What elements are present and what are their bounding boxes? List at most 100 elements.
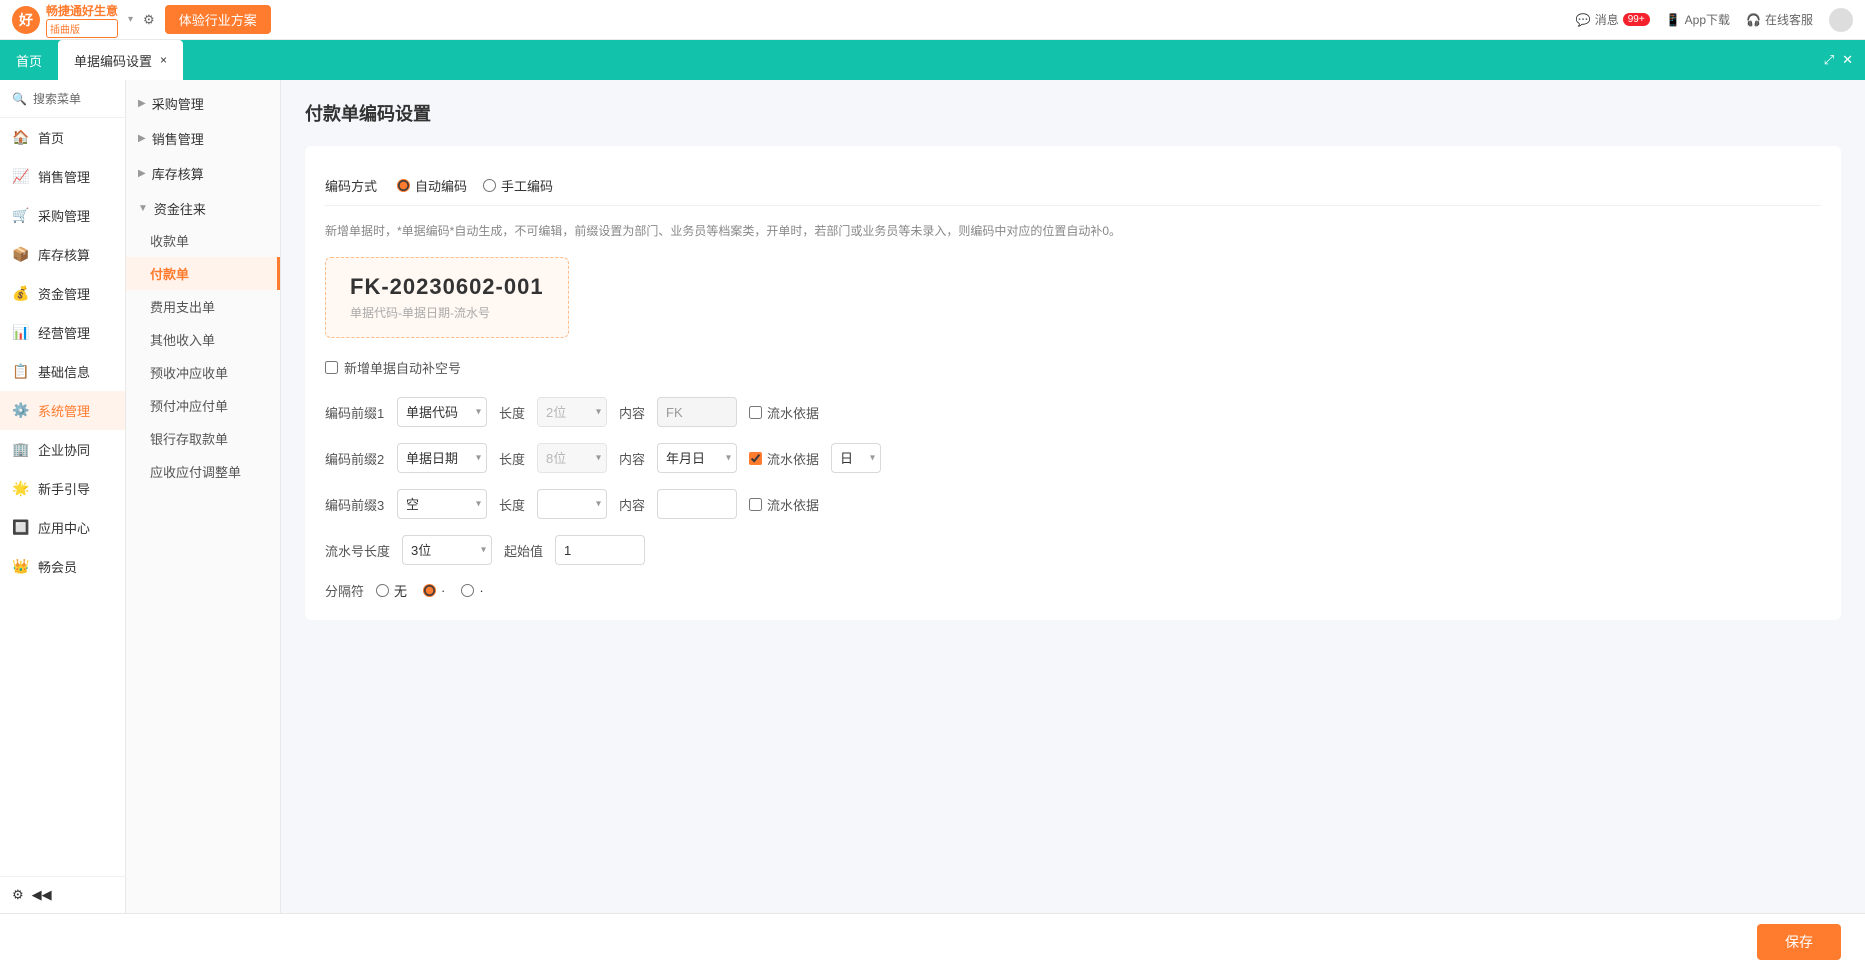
auto-fill-row: 新增单据自动补空号 xyxy=(325,358,1821,377)
prefix-row-2: 编码前缀2 单据日期 长度 8位 内容 年月日 xyxy=(325,443,1821,473)
length2-select-wrapper: 8位 xyxy=(537,443,607,473)
sep-none-option[interactable]: 无 xyxy=(376,581,407,600)
content3-input[interactable] xyxy=(657,489,737,519)
sidebar-group-finance-header[interactable]: ▼ 资金往来 xyxy=(126,193,280,224)
settings-icon[interactable]: ⚙ xyxy=(143,12,155,28)
tab-expand-icon[interactable]: ⤢ xyxy=(1824,52,1834,68)
nav-item-finance[interactable]: 💰 资金管理 xyxy=(0,274,125,313)
arrow-icon: ▶ xyxy=(138,98,146,109)
prefix1-select[interactable]: 单据代码 xyxy=(397,397,487,427)
waterflow2-check[interactable]: 流水依据 xyxy=(749,449,819,468)
nav-item-operations[interactable]: 📊 经营管理 xyxy=(0,313,125,352)
tab-close-button[interactable]: × xyxy=(160,53,167,67)
collapse-nav-icon[interactable]: ◀◀ xyxy=(32,887,52,903)
main-layout: 🔍 搜索菜单 🏠 首页 📈 销售管理 🛒 采购管理 📦 库存核算 💰 资金管理 … xyxy=(0,80,1865,913)
search-menu[interactable]: 🔍 搜索菜单 xyxy=(0,80,125,118)
nav-item-inventory[interactable]: 📦 库存核算 xyxy=(0,235,125,274)
auto-fill-label[interactable]: 新增单据自动补空号 xyxy=(344,358,461,377)
manual-encode-radio[interactable] xyxy=(483,179,496,192)
sidebar-leaf-prepay-receivable[interactable]: 预收冲应收单 xyxy=(126,356,280,389)
sep-dot2-radio[interactable] xyxy=(461,584,474,597)
code-preview-main: FK-20230602-001 xyxy=(350,274,544,300)
manual-encode-option[interactable]: 手工编码 xyxy=(483,176,553,195)
prefix3-select-wrapper: 空 xyxy=(397,489,487,519)
left-nav: 🔍 搜索菜单 🏠 首页 📈 销售管理 🛒 采购管理 📦 库存核算 💰 资金管理 … xyxy=(0,80,126,913)
nav-item-guide[interactable]: 🌟 新手引导 xyxy=(0,469,125,508)
sidebar-group-inventory-header[interactable]: ▶ 库存核算 xyxy=(126,158,280,189)
nav-item-sales[interactable]: 📈 销售管理 xyxy=(0,157,125,196)
length3-select[interactable] xyxy=(537,489,607,519)
length1-select-wrapper: 2位 xyxy=(537,397,607,427)
nav-bottom: ⚙ ◀◀ xyxy=(0,876,125,913)
base-icon: 📋 xyxy=(12,363,30,381)
sep-dot2-option[interactable]: · xyxy=(461,583,483,598)
nav-item-enterprise[interactable]: 🏢 企业协同 xyxy=(0,430,125,469)
sidebar-group-purchase: ▶ 采购管理 xyxy=(126,88,280,119)
sidebar-group-sales-header[interactable]: ▶ 销售管理 xyxy=(126,123,280,154)
prefix2-select[interactable]: 单据日期 xyxy=(397,443,487,473)
tab-encode-settings[interactable]: 单据编码设置 × xyxy=(58,40,183,80)
tab-close-all-icon[interactable]: ✕ xyxy=(1842,52,1853,68)
sep-dot-radio[interactable] xyxy=(423,584,436,597)
length2-label: 长度 xyxy=(499,449,525,468)
message-area[interactable]: 💬 消息 99+ xyxy=(1576,11,1650,28)
sidebar-leaf-prepay-payable[interactable]: 预付冲应付单 xyxy=(126,389,280,422)
dropdown-arrow-icon[interactable]: ▾ xyxy=(128,14,133,25)
trial-button[interactable]: 体验行业方案 xyxy=(165,5,271,34)
sidebar-leaf-other-income[interactable]: 其他收入单 xyxy=(126,323,280,356)
nav-item-purchase[interactable]: 🛒 采购管理 xyxy=(0,196,125,235)
logo-area: 好 畅捷通好生意 插曲版 xyxy=(12,2,118,38)
length3-select-wrapper xyxy=(537,489,607,519)
date-unit-select[interactable]: 日 月 年 xyxy=(831,443,881,473)
code-preview-box: FK-20230602-001 单据代码-单据日期-流水号 xyxy=(325,257,569,338)
avatar xyxy=(1829,8,1853,32)
length3-label: 长度 xyxy=(499,495,525,514)
nav-item-home[interactable]: 🏠 首页 xyxy=(0,118,125,157)
content1-label: 内容 xyxy=(619,403,645,422)
settings-bottom-icon[interactable]: ⚙ xyxy=(12,887,24,903)
encode-mode-row: 编码方式 自动编码 手工编码 xyxy=(325,166,1821,206)
nav-item-base[interactable]: 📋 基础信息 xyxy=(0,352,125,391)
separator-radio-group: 无 · · xyxy=(376,581,484,600)
waterflow3-checkbox[interactable] xyxy=(749,498,762,511)
waterflow1-checkbox[interactable] xyxy=(749,406,762,419)
sales-icon: 📈 xyxy=(12,168,30,186)
waterflow2-checkbox[interactable] xyxy=(749,452,762,465)
sidebar-leaf-payment[interactable]: 付款单 xyxy=(126,257,280,290)
prefix3-select[interactable]: 空 xyxy=(397,489,487,519)
length1-label: 长度 xyxy=(499,403,525,422)
sidebar-leaf-adjust[interactable]: 应收应付调整单 xyxy=(126,455,280,488)
sidebar-group-purchase-header[interactable]: ▶ 采购管理 xyxy=(126,88,280,119)
nav-item-member[interactable]: 👑 畅会员 xyxy=(0,547,125,586)
sidebar-leaf-receipt[interactable]: 收款单 xyxy=(126,224,280,257)
prefix-row-1: 编码前缀1 单据代码 长度 2位 内容 流水依据 xyxy=(325,397,1821,427)
user-area[interactable] xyxy=(1829,8,1853,32)
nav-item-appstore[interactable]: 🔲 应用中心 xyxy=(0,508,125,547)
app-download-area[interactable]: 📱 App下载 xyxy=(1666,11,1730,28)
save-button[interactable]: 保存 xyxy=(1757,924,1841,960)
message-icon: 💬 xyxy=(1576,13,1591,27)
auto-encode-option[interactable]: 自动编码 xyxy=(397,176,467,195)
content2-select[interactable]: 年月日 xyxy=(657,443,737,473)
headset-icon: 🎧 xyxy=(1746,13,1761,27)
sep-dot-option[interactable]: · xyxy=(423,583,445,598)
sidebar-group-finance: ▼ 资金往来 收款单 付款单 费用支出单 其他收入单 预收冲应收单 预付冲应付单… xyxy=(126,193,280,488)
length2-select[interactable]: 8位 xyxy=(537,443,607,473)
auto-fill-checkbox[interactable] xyxy=(325,361,338,374)
content3-label: 内容 xyxy=(619,495,645,514)
finance-icon: 💰 xyxy=(12,285,30,303)
sidebar-leaf-expense[interactable]: 费用支出单 xyxy=(126,290,280,323)
waterflow1-check[interactable]: 流水依据 xyxy=(749,403,819,422)
serial-length-select[interactable]: 3位 4位 5位 xyxy=(402,535,492,565)
nav-item-system[interactable]: ⚙️ 系统管理 xyxy=(0,391,125,430)
online-service-area[interactable]: 🎧 在线客服 xyxy=(1746,11,1813,28)
waterflow3-check[interactable]: 流水依据 xyxy=(749,495,819,514)
auto-encode-radio[interactable] xyxy=(397,179,410,192)
tab-home[interactable]: 首页 xyxy=(0,40,58,80)
sidebar-leaf-bank[interactable]: 银行存取款单 xyxy=(126,422,280,455)
sep-none-radio[interactable] xyxy=(376,584,389,597)
serial-row: 流水号长度 3位 4位 5位 起始值 xyxy=(325,535,1821,565)
start-value-input[interactable] xyxy=(555,535,645,565)
home-icon: 🏠 xyxy=(12,129,30,147)
length1-select[interactable]: 2位 xyxy=(537,397,607,427)
